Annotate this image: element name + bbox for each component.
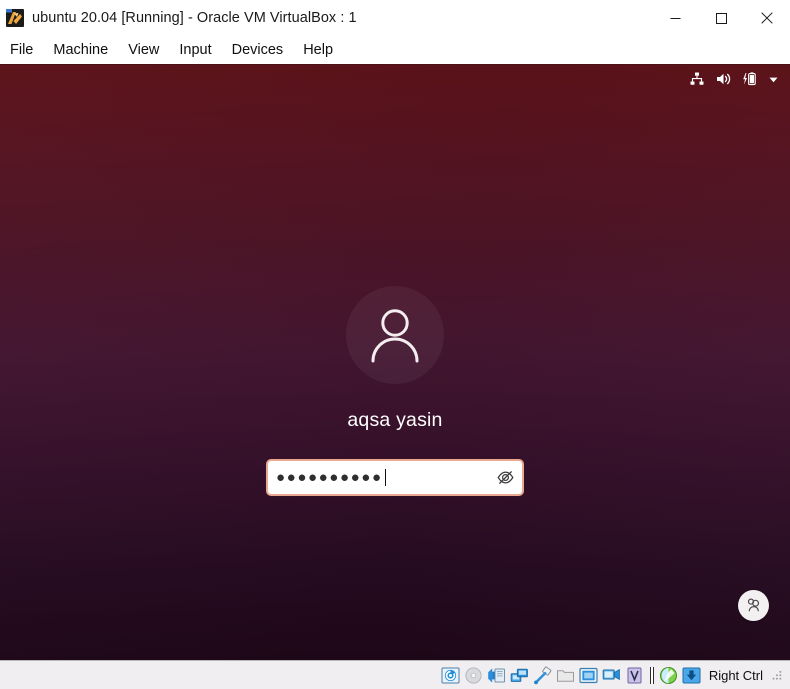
text-cursor <box>385 469 387 486</box>
switch-user-button[interactable] <box>738 590 769 621</box>
resize-grip-icon[interactable] <box>772 668 784 682</box>
close-icon <box>761 12 773 24</box>
menu-bar: File Machine View Input Devices Help <box>0 36 790 64</box>
volume-icon[interactable] <box>715 69 732 89</box>
virtualbox-window: ubuntu 20.04 [Running] - Oracle VM Virtu… <box>0 0 790 689</box>
menu-input[interactable]: Input <box>169 39 221 61</box>
maximize-button[interactable] <box>698 0 744 36</box>
password-field[interactable]: ●●●●●●●●●● <box>266 459 524 496</box>
login-screen: aqsa yasin ●●●●●●●●●● <box>0 65 790 660</box>
window-controls <box>652 0 790 36</box>
menu-devices[interactable]: Devices <box>222 39 294 61</box>
password-input[interactable]: ●●●●●●●●●● <box>276 469 494 486</box>
window-title: ubuntu 20.04 [Running] - Oracle VM Virtu… <box>32 10 357 26</box>
hard-disk-icon[interactable] <box>441 665 461 685</box>
menu-machine[interactable]: Machine <box>43 39 118 61</box>
status-separator <box>650 667 654 684</box>
title-bar: ubuntu 20.04 [Running] - Oracle VM Virtu… <box>0 0 790 36</box>
mouse-integration-icon[interactable] <box>659 665 679 685</box>
battery-icon[interactable] <box>742 69 757 89</box>
guest-screen: aqsa yasin ●●●●●●●●●● <box>0 64 790 660</box>
display-icon[interactable] <box>579 665 599 685</box>
menu-file[interactable]: File <box>0 39 43 61</box>
host-key-label: Right Ctrl <box>709 668 763 683</box>
user-name: aqsa yasin <box>347 409 442 432</box>
menu-view[interactable]: View <box>118 39 169 61</box>
ubuntu-top-panel <box>0 65 790 93</box>
menu-help[interactable]: Help <box>293 39 343 61</box>
virtualbox-status-bar: Right Ctrl <box>0 660 790 689</box>
shared-folders-icon[interactable] <box>556 665 576 685</box>
eye-slash-icon[interactable] <box>494 467 516 489</box>
maximize-icon <box>716 13 727 24</box>
usb-icon[interactable] <box>533 665 553 685</box>
recording-icon[interactable] <box>602 665 622 685</box>
chevron-down-icon[interactable] <box>767 69 780 89</box>
virtualbox-icon <box>5 8 25 28</box>
network-adapter-icon[interactable] <box>510 665 530 685</box>
password-value: ●●●●●●●●●● <box>276 470 383 485</box>
close-button[interactable] <box>744 0 790 36</box>
virtualization-icon[interactable] <box>625 665 645 685</box>
user-avatar-icon <box>346 286 444 384</box>
keyboard-capture-icon[interactable] <box>682 665 702 685</box>
switch-user-icon <box>744 596 763 615</box>
optical-disk-icon[interactable] <box>464 665 484 685</box>
floppy-disk-icon[interactable] <box>487 665 507 685</box>
minimize-icon <box>670 13 681 24</box>
minimize-button[interactable] <box>652 0 698 36</box>
network-icon[interactable] <box>689 69 705 89</box>
